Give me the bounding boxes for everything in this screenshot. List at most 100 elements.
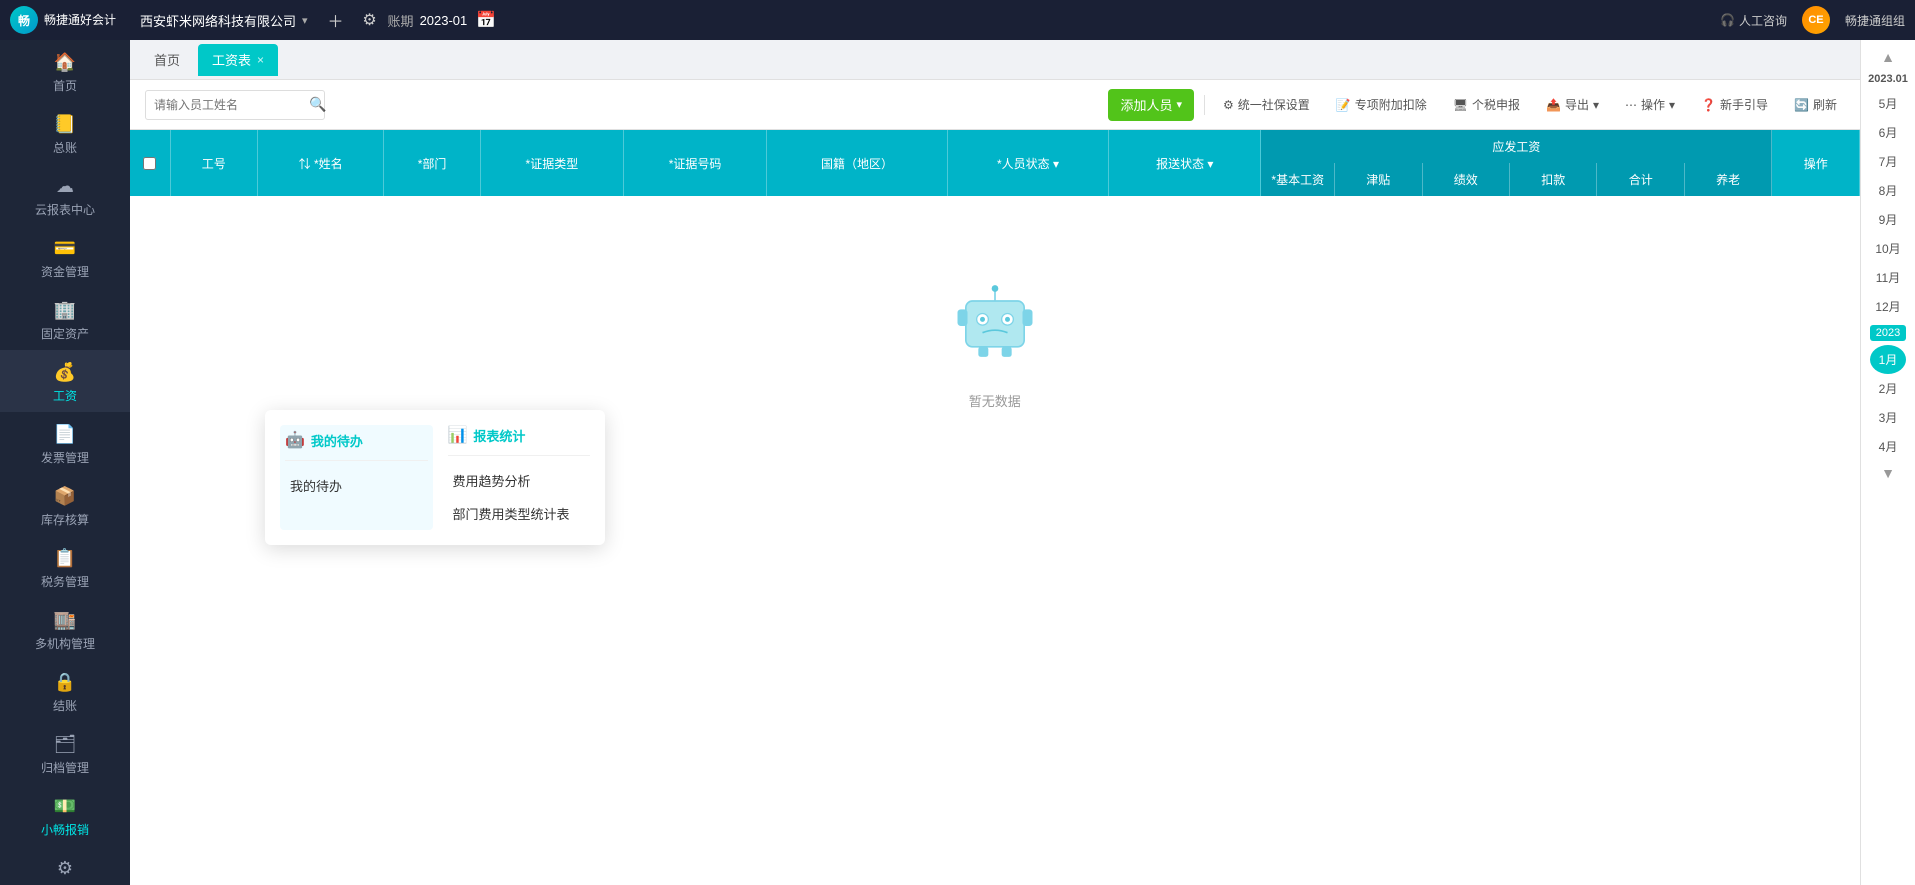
sidebar-item-invoice[interactable]: 📄 发票管理 [0, 412, 130, 474]
month-navigator: ▲ 2023.01 5月 6月 7月 8月 9月 10月 11月 12月 202… [1860, 40, 1915, 885]
month-item-2[interactable]: 2月 [1861, 374, 1915, 403]
service-button[interactable]: 🎧 人工咨询 [1720, 12, 1787, 29]
month-item-6[interactable]: 6月 [1861, 118, 1915, 147]
popup-menu: 🤖 我的待办 我的待办 📊 报表统计 费用趋势分析 [265, 410, 605, 545]
guide-toolbar-icon: ❓ [1701, 98, 1716, 112]
sidebar-label-tax: 税务管理 [41, 573, 89, 590]
sidebar-item-archive[interactable]: 🗂 归档管理 [0, 722, 130, 784]
sidebar-label-fund: 资金管理 [41, 263, 89, 280]
period-area: 账期 2023-01 📅 [388, 7, 500, 33]
inventory-icon: 📦 [54, 486, 76, 507]
tab-salary[interactable]: 工资表 × [198, 44, 278, 76]
sidebar-label-multi: 多机构管理 [35, 635, 95, 652]
multi-icon: 🏬 [54, 610, 76, 631]
th-pension: 养老 [1684, 163, 1771, 196]
home-icon: 🏠 [54, 52, 76, 73]
tab-home[interactable]: 首页 [140, 44, 194, 76]
social-security-label: 统一社保设置 [1238, 96, 1310, 113]
social-security-icon: ⚙ [1223, 98, 1234, 112]
close-account-icon: 🔒 [54, 672, 76, 693]
tax-deduction-button[interactable]: 📝 专项附加扣除 [1328, 90, 1435, 120]
sidebar-label-archive: 归档管理 [41, 759, 89, 776]
sidebar-item-assets[interactable]: 🏢 固定资产 [0, 288, 130, 350]
th-salary-group: 应发工资 [1261, 130, 1772, 163]
personal-tax-button[interactable]: 🖥 个税申报 [1445, 90, 1528, 120]
sidebar: 🏠 首页 📒 总账 ☁ 云报表中心 💳 资金管理 🏢 固定资产 💰 工资 📄 发… [0, 40, 130, 885]
th-idno: *证据号码 [623, 130, 766, 196]
empty-icon [945, 276, 1045, 376]
ledger-icon: 📒 [54, 114, 76, 135]
export-button[interactable]: 📤 导出 ▾ [1538, 90, 1607, 120]
popup-columns: 🤖 我的待办 我的待办 📊 报表统计 费用趋势分析 [280, 425, 590, 530]
export-chevron-icon: ▾ [1593, 98, 1599, 112]
th-deduct: 扣款 [1510, 163, 1597, 196]
operation-button[interactable]: ⋯ 操作 ▾ [1617, 90, 1683, 120]
add-person-button[interactable]: 添加人员 ▾ [1108, 89, 1194, 121]
invoice-icon: 📄 [54, 424, 76, 445]
sidebar-label-invoice: 发票管理 [41, 449, 89, 466]
refresh-button[interactable]: 🔄 刷新 [1786, 90, 1845, 120]
sidebar-label-close: 结账 [53, 697, 77, 714]
guide-button[interactable]: ❓ 新手引导 [1693, 90, 1776, 120]
guide-label: 新手引导 [1720, 96, 1768, 113]
app-name: 畅捷通好会计 [44, 13, 116, 27]
calendar-icon[interactable]: 📅 [473, 7, 499, 33]
month-item-7[interactable]: 7月 [1861, 147, 1915, 176]
assets-icon: 🏢 [54, 300, 76, 321]
month-item-8[interactable]: 8月 [1861, 176, 1915, 205]
month-item-5[interactable]: 5月 [1861, 89, 1915, 118]
popup-item-todo[interactable]: 我的待办 [285, 469, 428, 502]
popup-col-stats: 📊 报表统计 费用趋势分析 部门费用类型统计表 [448, 425, 591, 530]
fund-icon: 💳 [54, 238, 76, 259]
sidebar-item-close[interactable]: 🔒 结账 [0, 660, 130, 722]
add-button[interactable]: ＋ [323, 7, 349, 33]
month-item-10[interactable]: 10月 [1861, 234, 1915, 263]
sidebar-item-cloud[interactable]: ☁ 云报表中心 [0, 164, 130, 226]
sidebar-item-expense[interactable]: 💵 小畅报销 [0, 784, 130, 846]
export-icon: 📤 [1546, 98, 1561, 112]
sidebar-item-home[interactable]: 🏠 首页 [0, 40, 130, 102]
sidebar-item-salary[interactable]: 💰 工资 [0, 350, 130, 412]
service-label: 人工咨询 [1739, 12, 1787, 29]
month-item-1[interactable]: 1月 [1870, 345, 1906, 374]
user-initials: CE [1808, 14, 1823, 26]
sidebar-label-assets: 固定资产 [41, 325, 89, 342]
th-bonus: 绩效 [1422, 163, 1509, 196]
logo-area: 畅 畅捷通好会计 [10, 6, 130, 34]
search-input[interactable] [154, 98, 309, 112]
select-all-checkbox[interactable] [143, 157, 156, 170]
year-label-2023: 2023 [1870, 325, 1906, 341]
tab-bar: 首页 工资表 × [130, 40, 1860, 80]
sidebar-label-home: 首页 [53, 77, 77, 94]
company-selector[interactable]: 西安虾米网络科技有限公司 ▾ [140, 11, 308, 30]
month-nav-up-arrow[interactable]: ▲ [1876, 45, 1900, 69]
popup-item-dept-cost[interactable]: 部门费用类型统计表 [448, 497, 591, 530]
sidebar-label-expense: 小畅报销 [41, 821, 89, 838]
expense-icon: 💵 [54, 796, 76, 817]
month-item-11[interactable]: 11月 [1861, 263, 1915, 292]
sidebar-item-fund[interactable]: 💳 资金管理 [0, 226, 130, 288]
month-item-12[interactable]: 12月 [1861, 292, 1915, 321]
todo-icon: 🤖 [285, 430, 305, 450]
sidebar-item-basic[interactable]: ⚙ 基础设置 [0, 846, 130, 885]
sidebar-label-salary: 工资 [53, 387, 77, 404]
month-nav-down-arrow[interactable]: ▼ [1876, 461, 1900, 485]
tab-salary-label: 工资表 [212, 50, 251, 69]
month-item-9[interactable]: 9月 [1861, 205, 1915, 234]
tab-close-icon[interactable]: × [257, 53, 264, 67]
popup-stats-title: 报表统计 [473, 426, 525, 445]
settings-icon[interactable]: ⚙ [357, 7, 383, 33]
sidebar-item-ledger[interactable]: 📒 总账 [0, 102, 130, 164]
month-item-3[interactable]: 3月 [1861, 403, 1915, 432]
tab-home-label: 首页 [154, 50, 180, 69]
popup-col-todo: 🤖 我的待办 我的待办 [280, 425, 433, 530]
sidebar-item-tax[interactable]: 📋 税务管理 [0, 536, 130, 598]
sidebar-item-inventory[interactable]: 📦 库存核算 [0, 474, 130, 536]
sidebar-item-multi[interactable]: 🏬 多机构管理 [0, 598, 130, 660]
operation-label: 操作 [1641, 96, 1665, 113]
month-item-4[interactable]: 4月 [1861, 432, 1915, 461]
chevron-down-icon: ▾ [1176, 98, 1182, 111]
th-checkbox[interactable] [130, 130, 170, 196]
social-security-button[interactable]: ⚙ 统一社保设置 [1215, 90, 1318, 120]
popup-item-cost-trend[interactable]: 费用趋势分析 [448, 464, 591, 497]
